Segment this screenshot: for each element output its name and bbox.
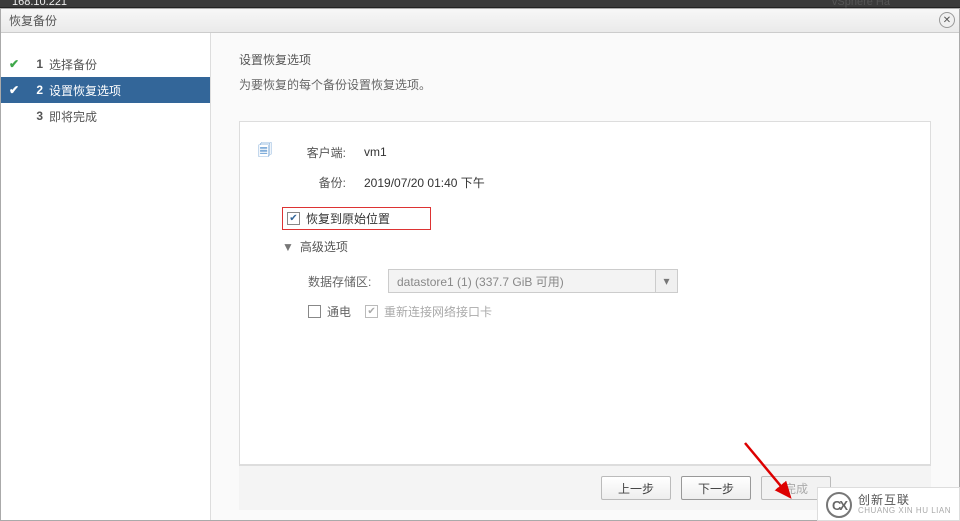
restore-backup-dialog: 恢复备份 ✕ ✔ 1 选择备份 ✔ 2 设置恢复选项 ✔ 3 即将完成 设置恢复…	[0, 8, 960, 521]
advanced-options-label: 高级选项	[300, 238, 348, 255]
step-number: 2	[29, 83, 43, 97]
step-select-backup[interactable]: ✔ 1 选择备份	[1, 51, 210, 77]
step-ready-to-complete[interactable]: ✔ 3 即将完成	[1, 103, 210, 129]
client-label: 客户端:	[290, 144, 346, 161]
content-heading: 设置恢复选项	[239, 51, 931, 68]
chevron-down-icon: ▼	[282, 240, 294, 254]
wizard-content: 设置恢复选项 为要恢复的每个备份设置恢复选项。 🗐 客户端: vm1 备份: 2…	[211, 33, 959, 520]
datastore-label: 数据存储区:	[308, 273, 388, 290]
underlying-right-label: vSphere Ha	[832, 0, 890, 8]
next-button[interactable]: 下一步	[681, 476, 751, 500]
client-value: vm1	[364, 145, 387, 159]
dialog-title-bar: 恢复备份 ✕	[1, 9, 959, 33]
power-on-label: 通电	[327, 303, 351, 320]
restore-original-label: 恢复到原始位置	[306, 210, 390, 227]
power-on-checkbox[interactable]	[308, 305, 321, 318]
chevron-down-icon[interactable]: ▾	[655, 270, 677, 292]
restore-original-checkbox[interactable]	[287, 212, 300, 225]
check-icon: ✔	[9, 83, 23, 97]
step-set-restore-options[interactable]: ✔ 2 设置恢复选项	[1, 77, 210, 103]
backup-value: 2019/07/20 01:40 下午	[364, 174, 485, 191]
advanced-options-toggle[interactable]: ▼ 高级选项	[282, 238, 900, 255]
step-number: 3	[29, 109, 43, 123]
reconnect-nic-label: 重新连接网络接口卡	[384, 303, 492, 320]
step-label: 选择备份	[49, 56, 97, 73]
wizard-steps: ✔ 1 选择备份 ✔ 2 设置恢复选项 ✔ 3 即将完成	[1, 33, 211, 520]
step-label: 设置恢复选项	[49, 82, 121, 99]
reconnect-nic-checkbox	[365, 305, 378, 318]
restore-options-panel: 🗐 客户端: vm1 备份: 2019/07/20 01:40 下午 恢复到原始…	[239, 121, 931, 465]
content-subheading: 为要恢复的每个备份设置恢复选项。	[239, 76, 931, 93]
vm-icon: 🗐	[258, 140, 272, 164]
underlying-host-label: 168.10.221	[12, 0, 67, 8]
restore-original-highlight: 恢复到原始位置	[282, 207, 431, 230]
backup-label: 备份:	[290, 174, 346, 191]
watermark-en: CHUANG XIN HU LIAN	[858, 507, 951, 516]
dialog-title: 恢复备份	[9, 12, 57, 29]
datastore-select[interactable]: datastore1 (1) (337.7 GiB 可用) ▾	[388, 269, 678, 293]
step-number: 1	[29, 57, 43, 71]
close-icon[interactable]: ✕	[939, 12, 955, 28]
back-button[interactable]: 上一步	[601, 476, 671, 500]
check-icon: ✔	[9, 57, 23, 71]
watermark-logo-icon: CX	[826, 492, 852, 518]
step-label: 即将完成	[49, 108, 97, 125]
watermark: CX 创新互联 CHUANG XIN HU LIAN	[817, 487, 960, 521]
datastore-selected-value: datastore1 (1) (337.7 GiB 可用)	[389, 273, 655, 290]
